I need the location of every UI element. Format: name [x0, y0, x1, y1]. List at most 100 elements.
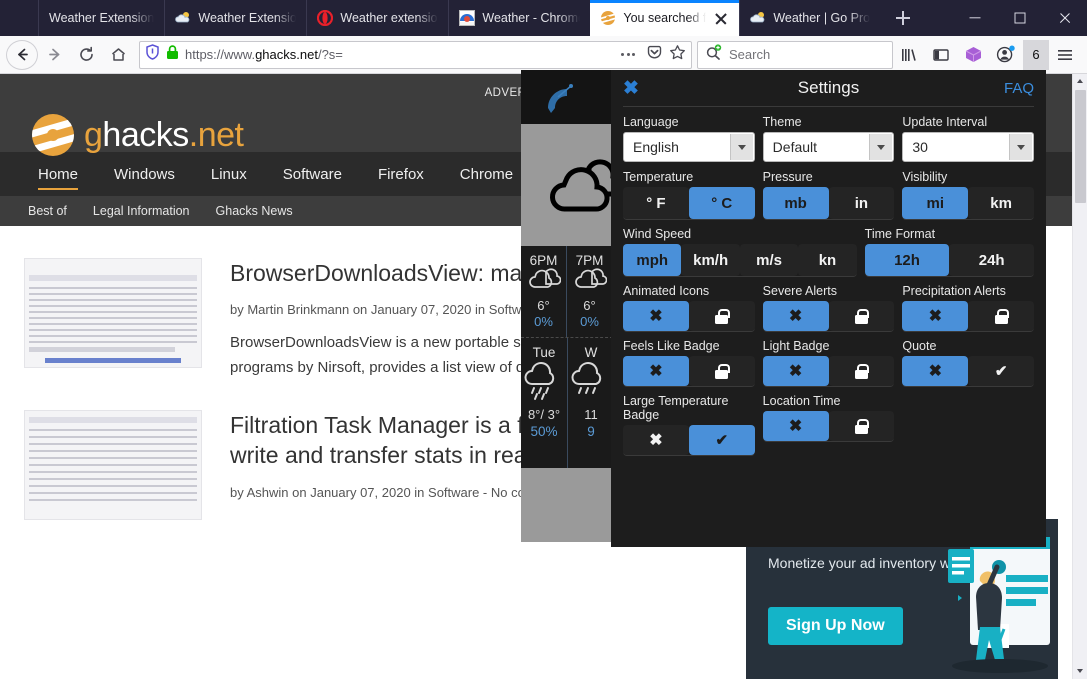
wind-option-kn[interactable]: kn — [798, 244, 857, 276]
weather-hour-item[interactable]: 7PM 6° 0% — [567, 246, 613, 337]
light-badge-off-option[interactable]: ✖ — [762, 356, 829, 386]
subnav-item-ghacks-news[interactable]: Ghacks News — [216, 204, 293, 218]
weather-hour-item[interactable]: 6PM 6° 0% — [521, 246, 567, 337]
severe-alerts-locked-option[interactable] — [828, 301, 895, 331]
tab-close-icon[interactable] — [713, 10, 729, 26]
browser-tab-6[interactable]: Weather | Go Pro — [739, 0, 880, 36]
new-tab-button[interactable] — [886, 1, 920, 35]
home-icon[interactable] — [102, 40, 134, 70]
light-badge-locked-option[interactable] — [828, 356, 895, 386]
page-scrollbar[interactable] — [1072, 74, 1087, 679]
toggle-label: Precipitation Alerts — [902, 284, 1006, 298]
nav-item-windows[interactable]: Windows — [96, 152, 193, 196]
settings-toggles-row-1: Animated Icons ✖ Severe Alerts ✖ Precipi… — [623, 284, 1035, 332]
pressure-option-mb[interactable]: mb — [762, 187, 829, 219]
animated-icons-locked-option[interactable] — [688, 301, 755, 331]
forward-arrow-icon[interactable] — [38, 40, 70, 70]
large-temperature-badge-on-option[interactable]: ✔ — [688, 425, 755, 455]
time-option-24h[interactable]: 24h — [949, 244, 1035, 276]
shield-icon[interactable] — [145, 44, 160, 65]
subnav-item-best-of[interactable]: Best of — [28, 204, 67, 218]
browser-tab-3[interactable]: Weather extension — [306, 0, 448, 36]
search-bar[interactable]: Search — [697, 40, 893, 69]
large-temperature-badge-off-option[interactable]: ✖ — [623, 425, 689, 455]
toggle-label: Location Time — [762, 394, 841, 408]
subnav-item-legal-information[interactable]: Legal Information — [93, 204, 190, 218]
ad-signup-button[interactable]: Sign Up Now — [768, 607, 903, 645]
browser-tab-1[interactable]: Weather Extension — [38, 0, 164, 36]
minimize-icon[interactable] — [952, 0, 997, 36]
account-icon[interactable] — [989, 40, 1021, 70]
large-temperature-badge-control: ✖ ✔ — [623, 425, 755, 456]
nav-item-software[interactable]: Software — [265, 152, 360, 196]
field-language: Language English — [623, 115, 755, 162]
back-arrow-icon[interactable] — [6, 39, 38, 70]
ellipsis-icon[interactable] — [616, 53, 640, 56]
maximize-icon[interactable] — [997, 0, 1042, 36]
group-pressure: Pressure mb in — [762, 170, 895, 220]
scroll-down-arrow[interactable] — [1073, 664, 1087, 679]
hour-temp: 6° — [537, 298, 550, 313]
site-logo[interactable]: ghacks.net — [32, 114, 244, 156]
pocket-icon[interactable] — [646, 44, 663, 66]
close-icon[interactable] — [1042, 0, 1087, 36]
wind-option-mph[interactable]: mph — [623, 244, 682, 276]
browser-tab-2[interactable]: Weather Extension — [164, 0, 306, 36]
x-icon: ✖ — [788, 363, 803, 380]
container-box-icon[interactable] — [957, 40, 989, 70]
reload-icon[interactable] — [70, 40, 102, 70]
select-value: English — [633, 139, 679, 155]
group-temperature: Temperature ° F ° C — [623, 170, 755, 220]
time-option-12h[interactable]: 12h — [864, 244, 950, 276]
star-icon[interactable] — [669, 44, 686, 66]
update-interval-select[interactable]: 30 — [902, 132, 1035, 162]
precipitation-alerts-off-option[interactable]: ✖ — [902, 301, 969, 331]
browser-tab-5-active[interactable]: You searched f — [590, 0, 740, 36]
weather-day-item[interactable]: W 11 9 — [568, 338, 613, 468]
extension-badge-button[interactable]: 6 — [1023, 39, 1049, 70]
library-icon[interactable] — [893, 40, 925, 70]
sidebar-icon[interactable] — [925, 40, 957, 70]
precipitation-alerts-control: ✖ — [902, 301, 1035, 332]
feels-like-badge-off-option[interactable]: ✖ — [623, 356, 689, 386]
toggle-quote: Quote ✖ ✔ — [902, 339, 1035, 387]
feels-like-badge-control: ✖ — [623, 356, 755, 387]
location-time-locked-option[interactable] — [828, 411, 895, 441]
nav-item-firefox[interactable]: Firefox — [360, 152, 442, 196]
quote-on-option[interactable]: ✔ — [968, 356, 1035, 386]
precipitation-alerts-locked-option[interactable] — [968, 301, 1035, 331]
visibility-option-km[interactable]: km — [968, 187, 1035, 219]
field-label: Update Interval — [902, 115, 988, 129]
quote-off-option[interactable]: ✖ — [902, 356, 969, 386]
language-select[interactable]: English — [623, 132, 755, 162]
article-thumbnail[interactable] — [24, 409, 202, 520]
theme-select[interactable]: Default — [762, 132, 895, 162]
animated-icons-off-option[interactable]: ✖ — [623, 301, 689, 331]
pressure-option-in[interactable]: in — [828, 187, 895, 219]
temperature-option-f[interactable]: ° F — [623, 187, 689, 219]
chevron-down-icon[interactable] — [1009, 134, 1033, 160]
nav-item-linux[interactable]: Linux — [193, 152, 265, 196]
wind-option-ms[interactable]: m/s — [739, 244, 799, 276]
url-bar[interactable]: https://www.ghacks.net/?s= — [139, 40, 692, 69]
feels-like-badge-locked-option[interactable] — [688, 356, 755, 386]
visibility-option-mi[interactable]: mi — [902, 187, 969, 219]
scroll-up-arrow[interactable] — [1073, 74, 1087, 89]
nav-item-chrome[interactable]: Chrome — [442, 152, 531, 196]
chevron-down-icon[interactable] — [729, 134, 753, 160]
temperature-option-c[interactable]: ° C — [688, 187, 755, 219]
settings-wind-time-row: Wind Speed mph km/h m/s kn Time Format 1… — [623, 227, 1035, 277]
browser-tab-4[interactable]: Weather - Chrome — [448, 0, 590, 36]
scrollbar-thumb[interactable] — [1075, 90, 1086, 203]
nav-item-home[interactable]: Home — [20, 152, 96, 196]
wind-option-kmh[interactable]: km/h — [681, 244, 740, 276]
hamburger-menu-icon[interactable] — [1049, 40, 1081, 70]
severe-alerts-off-option[interactable]: ✖ — [762, 301, 829, 331]
weather-day-item[interactable]: Tue 8°/ 3° 50% — [521, 338, 568, 468]
padlock-icon[interactable] — [166, 44, 179, 65]
chevron-down-icon[interactable] — [869, 134, 893, 160]
location-time-off-option[interactable]: ✖ — [762, 411, 829, 441]
severe-alerts-control: ✖ — [762, 301, 895, 332]
rain-icon — [568, 360, 613, 407]
article-thumbnail[interactable] — [24, 258, 202, 368]
